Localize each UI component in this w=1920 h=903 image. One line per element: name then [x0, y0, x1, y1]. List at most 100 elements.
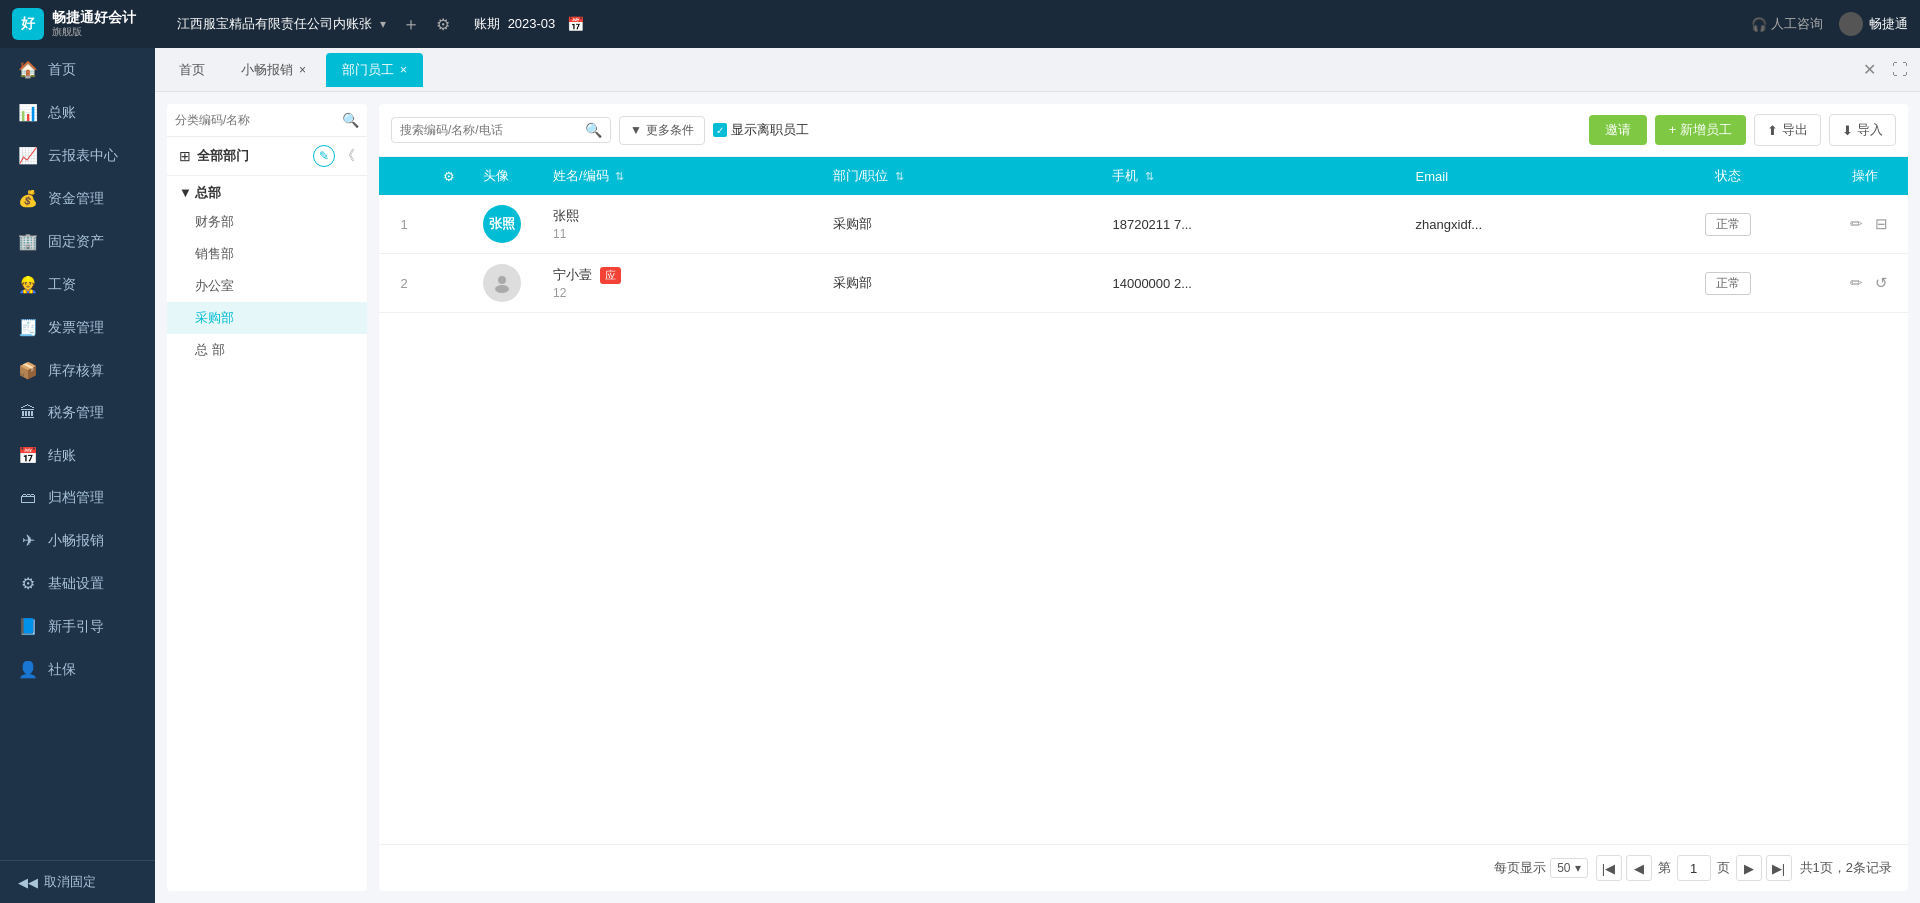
per-page-value: 50: [1557, 861, 1570, 875]
sidebar-item-expense[interactable]: ✈ 小畅报销: [0, 519, 155, 562]
tab-home[interactable]: 首页: [163, 53, 221, 87]
sidebar-label-guide: 新手引导: [48, 618, 104, 636]
tab-expense[interactable]: 小畅报销 ×: [225, 53, 322, 87]
refresh-icon-2[interactable]: ↺: [1875, 274, 1888, 292]
dept-search-icon[interactable]: 🔍: [342, 112, 359, 128]
invite-btn[interactable]: 邀请: [1589, 115, 1647, 145]
dept-item-office[interactable]: 办公室: [167, 270, 367, 302]
dept-edit-btn[interactable]: ✎: [313, 145, 335, 167]
col-settings[interactable]: ⚙: [429, 157, 469, 195]
cancel-fix-btn[interactable]: ◀◀ 取消固定: [0, 861, 155, 903]
emp-search-box: 🔍: [391, 117, 611, 143]
logout-icon-1[interactable]: ⊟: [1875, 215, 1888, 233]
sidebar-item-settings[interactable]: ⚙ 基础设置: [0, 562, 155, 605]
filter-btn[interactable]: ▼ 更多条件: [619, 116, 705, 145]
edit-icon-2[interactable]: ✏: [1850, 274, 1863, 292]
sidebar-item-social[interactable]: 👤 社保: [0, 648, 155, 691]
company-dropdown-icon[interactable]: ▾: [380, 17, 386, 31]
show-resigned-checkbox-area[interactable]: ✓ 显示离职员工: [713, 121, 809, 139]
show-resigned-checkbox[interactable]: ✓: [713, 123, 727, 137]
sidebar-item-ledger[interactable]: 📊 总账: [0, 91, 155, 134]
archive-icon: 🗃: [18, 489, 38, 507]
sidebar-item-salary[interactable]: 👷 工资: [0, 263, 155, 306]
page-prev-btn[interactable]: ◀: [1626, 855, 1652, 881]
sidebar-label-social: 社保: [48, 661, 76, 679]
settings-sidebar-icon: ⚙: [18, 574, 38, 593]
page-size-box[interactable]: 50 ▾: [1550, 858, 1587, 878]
sidebar-item-closing[interactable]: 📅 结账: [0, 434, 155, 477]
add-emp-btn[interactable]: + 新增员工: [1655, 115, 1746, 145]
emp-code-2: 12: [553, 286, 805, 300]
calendar-icon[interactable]: 📅: [567, 16, 584, 32]
human-service-btn[interactable]: 🎧 人工咨询: [1751, 15, 1823, 33]
col-avatar: 头像: [469, 157, 539, 195]
ledger-icon: 📊: [18, 103, 38, 122]
tab-dept-close[interactable]: ×: [400, 63, 407, 77]
tab-expense-close[interactable]: ×: [299, 63, 306, 77]
sidebar-item-home[interactable]: 🏠 首页: [0, 48, 155, 91]
sidebar-label-ledger: 总账: [48, 104, 76, 122]
row-action-1: ✏ ⊟: [1788, 195, 1908, 254]
col-name[interactable]: 姓名/编码 ⇅: [539, 157, 819, 195]
home-icon: 🏠: [18, 60, 38, 79]
sidebar-item-guide[interactable]: 📘 新手引导: [0, 605, 155, 648]
col-phone[interactable]: 手机 ⇅: [1098, 157, 1401, 195]
sidebar-label-invoice: 发票管理: [48, 319, 104, 337]
dept-group-general[interactable]: ▼ 总部: [167, 180, 367, 206]
sidebar-label-expense: 小畅报销: [48, 532, 104, 550]
dept-item-hq[interactable]: 总 部: [167, 334, 367, 366]
export-btn[interactable]: ⬆ 导出: [1754, 114, 1821, 146]
sidebar-item-archive[interactable]: 🗃 归档管理: [0, 477, 155, 519]
sidebar-item-invoice[interactable]: 🧾 发票管理: [0, 306, 155, 349]
inventory-icon: 📦: [18, 361, 38, 380]
total-info: 共1页，2条记录: [1800, 859, 1892, 877]
username-label: 畅捷通: [1869, 15, 1908, 33]
sort-dept-icon: ⇅: [895, 170, 904, 182]
page-input[interactable]: [1677, 855, 1711, 881]
sort-name-icon: ⇅: [615, 170, 624, 182]
dept-all-header[interactable]: ⊞ 全部部门 ✎ 《: [167, 137, 367, 176]
row-phone-2: 14000000 2...: [1098, 254, 1401, 313]
sidebar-label-funds: 资金管理: [48, 190, 104, 208]
company-name: 江西服宝精品有限责任公司内账张: [177, 15, 372, 33]
row-name-2: 宁小壹 应 12: [539, 254, 819, 313]
add-company-icon[interactable]: ＋: [402, 12, 420, 36]
dept-collapse-icon[interactable]: 《: [341, 147, 355, 165]
tab-dept-employee[interactable]: 部门员工 ×: [326, 53, 423, 87]
assets-icon: 🏢: [18, 232, 38, 251]
import-btn[interactable]: ⬇ 导入: [1829, 114, 1896, 146]
edit-icon-1[interactable]: ✏: [1850, 215, 1863, 233]
close-tab-btn[interactable]: ✕: [1859, 56, 1880, 83]
dept-panel: 🔍 ⊞ 全部部门 ✎ 《 ▼ 总部 财务部 销售部 办公室 采购部 总 部: [167, 104, 367, 891]
dept-item-purchase[interactable]: 采购部: [167, 302, 367, 334]
col-dept[interactable]: 部门/职位 ⇅: [819, 157, 1099, 195]
import-label: 导入: [1857, 121, 1883, 139]
user-area[interactable]: 畅捷通: [1839, 12, 1908, 36]
sidebar-item-reports[interactable]: 📈 云报表中心: [0, 134, 155, 177]
settings-icon[interactable]: ⚙: [436, 15, 450, 34]
page-first-btn[interactable]: |◀: [1596, 855, 1622, 881]
expand-tab-btn[interactable]: ⛶: [1888, 57, 1912, 83]
emp-search-icon[interactable]: 🔍: [585, 122, 602, 138]
row-action-2: ✏ ↺: [1788, 254, 1908, 313]
dept-search-input[interactable]: [175, 113, 338, 127]
sidebar-item-inventory[interactable]: 📦 库存核算: [0, 349, 155, 392]
dept-item-sales[interactable]: 销售部: [167, 238, 367, 270]
pagination-controls: |◀ ◀ 第 页 ▶ ▶|: [1596, 855, 1792, 881]
import-icon: ⬇: [1842, 123, 1853, 138]
sidebar-item-tax[interactable]: 🏛 税务管理: [0, 392, 155, 434]
sidebar-label-settings: 基础设置: [48, 575, 104, 593]
page-next-btn[interactable]: ▶: [1736, 855, 1762, 881]
col-status: 状态: [1668, 157, 1788, 195]
table-row: 2: [379, 254, 1908, 313]
page-last-btn[interactable]: ▶|: [1766, 855, 1792, 881]
row-num-2: 2: [379, 254, 429, 313]
sidebar-item-assets[interactable]: 🏢 固定资产: [0, 220, 155, 263]
emp-search-input[interactable]: [400, 123, 581, 137]
sidebar-label-archive: 归档管理: [48, 489, 104, 507]
company-area: 江西服宝精品有限责任公司内账张 ▾ ＋ ⚙ 账期 2023-03 📅: [167, 12, 1751, 36]
sidebar-item-funds[interactable]: 💰 资金管理: [0, 177, 155, 220]
cancel-fix-label: 取消固定: [44, 873, 96, 891]
dept-item-finance[interactable]: 财务部: [167, 206, 367, 238]
svg-point-0: [498, 276, 506, 284]
